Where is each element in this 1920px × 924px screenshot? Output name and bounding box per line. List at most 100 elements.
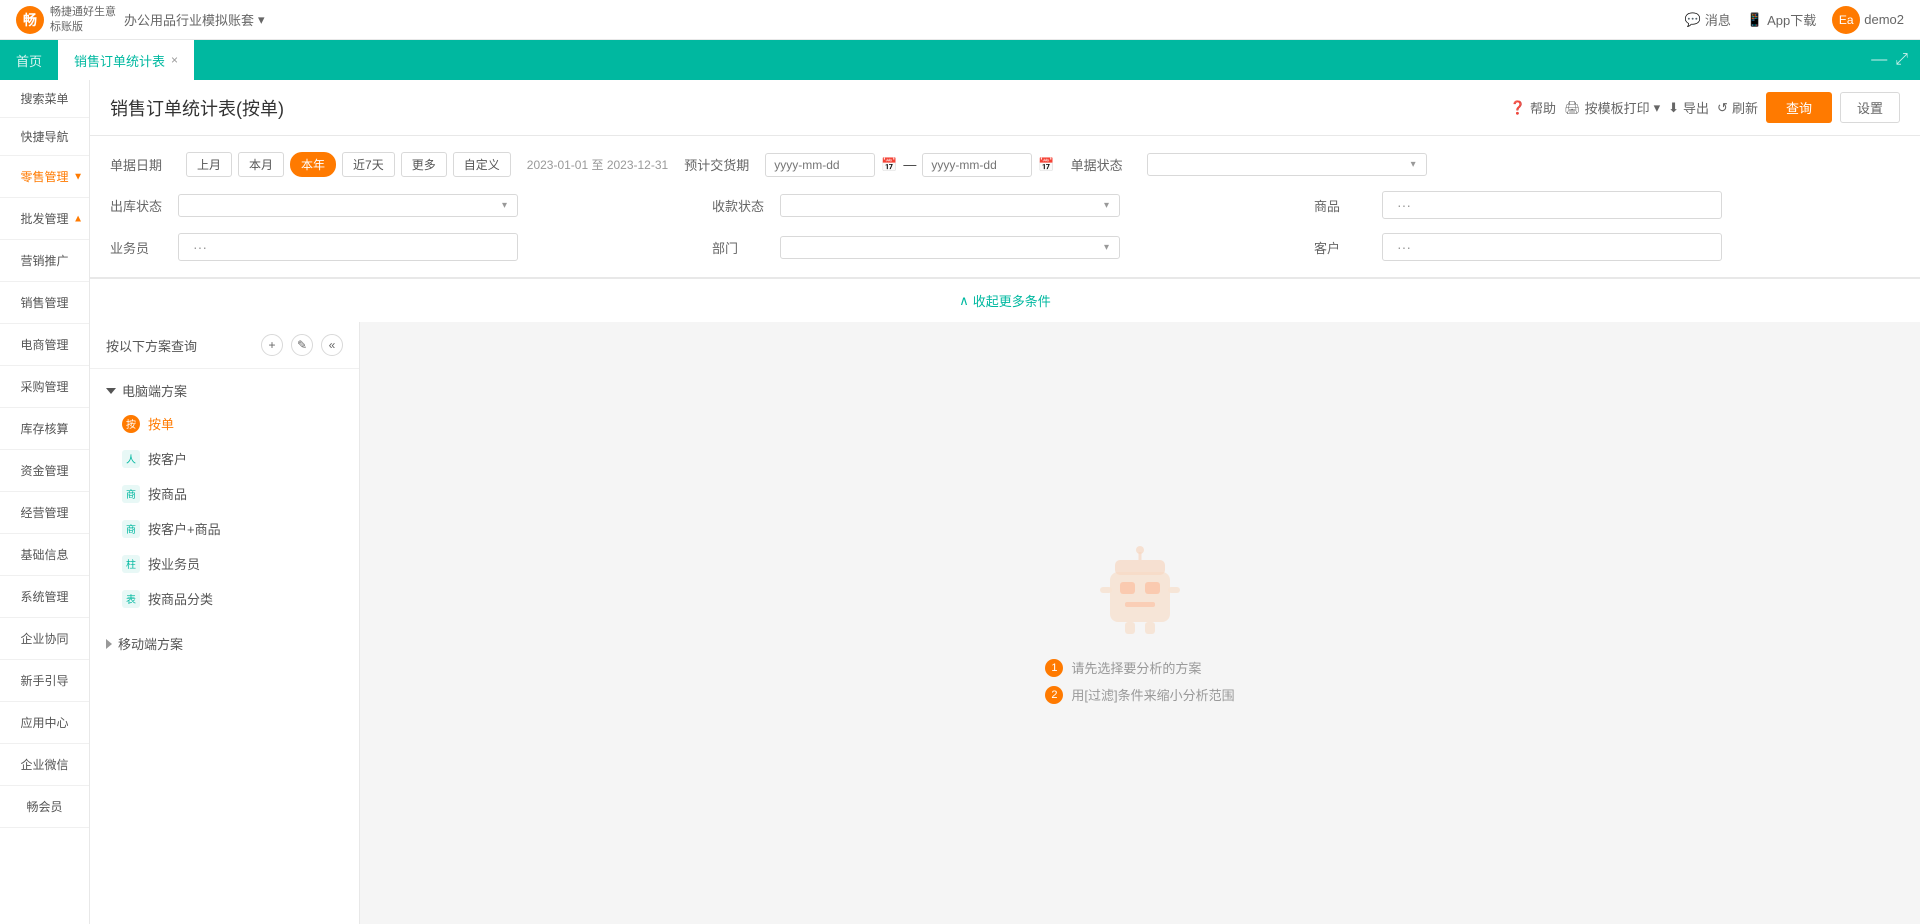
edit-scheme-button[interactable]: ✎	[291, 334, 313, 356]
tab-home[interactable]: 首页	[0, 40, 58, 80]
date-this-year-btn[interactable]: 本年	[290, 152, 336, 177]
sidebar-search-menu[interactable]: 搜索菜单	[0, 80, 89, 118]
dept-select[interactable]: ▾	[780, 236, 1120, 259]
date-7days-btn[interactable]: 近7天	[342, 152, 395, 177]
sidebar-item-sales[interactable]: 销售管理	[0, 282, 89, 324]
sidebar-item-enterprise[interactable]: 企业协同	[0, 618, 89, 660]
user-menu[interactable]: Ea demo2	[1832, 6, 1904, 34]
app-selector[interactable]: 办公用品行业模拟账套 ▾	[124, 10, 265, 29]
scheme-icon-goods-category: 表	[122, 590, 140, 608]
receipt-status-section: 收款状态 ▾	[712, 194, 1298, 217]
tab-close-icon[interactable]: ×	[171, 53, 178, 67]
top-bar: 畅 畅捷通好生意 标账版 办公用品行业模拟账套 ▾ 💬 消息 📱 App下载 E…	[0, 0, 1920, 40]
dots-icon: ···	[1397, 239, 1411, 255]
sidebar-item-system[interactable]: 系统管理	[0, 576, 89, 618]
customer-section: 客户 ···	[1314, 233, 1900, 261]
scheme-panel-header: 按以下方案查询 + ✎ «	[90, 322, 359, 369]
expected-date-range: 📅 — 📅	[765, 153, 1054, 177]
query-button[interactable]: 查询	[1766, 92, 1832, 123]
expected-date-label: 预计交货期	[684, 155, 749, 174]
date-filter-label: 单据日期	[110, 155, 170, 174]
scheme-item-by-customer-goods[interactable]: 商 按客户+商品	[90, 511, 359, 546]
avatar: Ea	[1832, 6, 1860, 34]
goods-label: 商品	[1314, 196, 1374, 215]
scheme-item-by-customer[interactable]: 人 按客户	[90, 441, 359, 476]
scheme-panel-title: 按以下方案查询	[106, 336, 197, 355]
collapse-button[interactable]: ∧ 收起更多条件	[959, 283, 1051, 318]
mobile-scheme-group-header[interactable]: 移动端方案	[90, 628, 359, 659]
empty-hint-2: 2 用[过滤]条件来缩小分析范围	[1045, 685, 1234, 704]
sidebar-item-base[interactable]: 基础信息	[0, 534, 89, 576]
dept-label: 部门	[712, 238, 772, 257]
empty-hints: 1 请先选择要分析的方案 2 用[过滤]条件来缩小分析范围	[1045, 658, 1234, 704]
refresh-icon: ↺	[1717, 100, 1728, 116]
receipt-status-select[interactable]: ▾	[780, 194, 1120, 217]
logo-icon: 畅	[16, 6, 44, 34]
goods-input[interactable]: ···	[1382, 191, 1722, 219]
tab-sales-order-stats[interactable]: 销售订单统计表 ×	[58, 40, 194, 80]
message-button[interactable]: 💬 消息	[1685, 10, 1731, 29]
scheme-item-by-goods[interactable]: 商 按商品	[90, 476, 359, 511]
sidebar-quick-nav[interactable]: 快捷导航	[0, 118, 89, 156]
hint-num-2: 2	[1045, 686, 1063, 704]
filter-row-2: 出库状态 ▾ 收款状态 ▾ 商品	[110, 191, 1900, 219]
mobile-scheme-group: 移动端方案	[90, 622, 359, 665]
expected-date-end[interactable]	[922, 153, 1032, 177]
tab-maximize-icon[interactable]: ⤢	[1895, 51, 1908, 69]
add-scheme-button[interactable]: +	[261, 334, 283, 356]
settings-button[interactable]: 设置	[1840, 92, 1900, 123]
sidebar-item-appcenter[interactable]: 应用中心	[0, 702, 89, 744]
date-custom-btn[interactable]: 自定义	[453, 152, 511, 177]
export-button[interactable]: ⬇ 导出	[1668, 98, 1709, 117]
date-last-month-btn[interactable]: 上月	[186, 152, 232, 177]
pc-scheme-group-header[interactable]: 电脑端方案	[90, 375, 359, 406]
ship-status-label: 出库状态	[110, 196, 170, 215]
doc-status-select[interactable]: ▾	[1147, 153, 1427, 176]
pc-scheme-group: 电脑端方案 按按单 人 按客户 商 按商品	[90, 369, 359, 622]
scheme-item-by-order[interactable]: 按按单	[90, 406, 359, 441]
expected-date-start[interactable]	[765, 153, 875, 177]
nav-tabs: 首页 销售订单统计表 × — ⤢	[0, 40, 1920, 80]
filter-row-1: 单据日期 上月 本月 本年 近7天 更多 自定义 2023-01-01 至 20…	[110, 152, 1900, 177]
top-action-area: ❓ 帮助 🖨 按模板打印 ▾ ⬇ 导出 ↺ 刷新	[1510, 92, 1900, 123]
refresh-button[interactable]: ↺ 刷新	[1717, 98, 1758, 117]
sidebar-item-ecommerce[interactable]: 电商管理	[0, 324, 89, 366]
sidebar-item-business[interactable]: 经营管理	[0, 492, 89, 534]
print-button[interactable]: 🖨 按模板打印 ▾	[1564, 98, 1660, 117]
tab-minimize-icon[interactable]: —	[1871, 51, 1887, 69]
chevron-down-icon: ▾	[502, 200, 507, 211]
salesperson-input[interactable]: ···	[178, 233, 518, 261]
sidebar-item-newbie[interactable]: 新手引导	[0, 660, 89, 702]
empty-illustration	[1090, 542, 1190, 642]
sidebar-item-vip[interactable]: 畅会员	[0, 786, 89, 828]
download-icon: 📱	[1747, 12, 1763, 28]
collapse-panel-button[interactable]: «	[321, 334, 343, 356]
logo-area: 畅 畅捷通好生意 标账版	[16, 5, 116, 34]
dots-icon: ···	[1397, 197, 1411, 213]
date-more-btn[interactable]: 更多	[401, 152, 447, 177]
sidebar-item-inventory[interactable]: 库存核算	[0, 408, 89, 450]
sidebar-item-wholesale[interactable]: 批发管理	[0, 198, 89, 240]
sidebar-item-finance[interactable]: 资金管理	[0, 450, 89, 492]
sidebar-item-purchase[interactable]: 采购管理	[0, 366, 89, 408]
scheme-item-by-goods-category[interactable]: 表 按商品分类	[90, 581, 359, 616]
message-icon: 💬	[1685, 12, 1701, 28]
sidebar-item-marketing[interactable]: 营销推广	[0, 240, 89, 282]
empty-hint-1: 1 请先选择要分析的方案	[1045, 658, 1234, 677]
help-button[interactable]: ❓ 帮助	[1510, 98, 1556, 117]
split-panel: 按以下方案查询 + ✎ « 电脑端方案 按按单	[90, 322, 1920, 924]
customer-input[interactable]: ···	[1382, 233, 1722, 261]
receipt-status-label: 收款状态	[712, 196, 772, 215]
scheme-icon-customer-goods: 商	[122, 520, 140, 538]
sidebar-item-wechat[interactable]: 企业微信	[0, 744, 89, 786]
dept-section: 部门 ▾	[712, 236, 1298, 259]
chevron-up-icon: ∧	[959, 293, 969, 309]
scheme-item-by-salesperson[interactable]: 柱 按业务员	[90, 546, 359, 581]
chevron-down-icon: ▾	[1104, 242, 1109, 253]
scheme-icon-salesperson: 柱	[122, 555, 140, 573]
sidebar-item-retail[interactable]: 零售管理	[0, 156, 89, 198]
date-this-month-btn[interactable]: 本月	[238, 152, 284, 177]
nav-controls: — ⤢	[1871, 40, 1920, 80]
ship-status-select[interactable]: ▾	[178, 194, 518, 217]
app-download-button[interactable]: 📱 App下载	[1747, 10, 1816, 29]
